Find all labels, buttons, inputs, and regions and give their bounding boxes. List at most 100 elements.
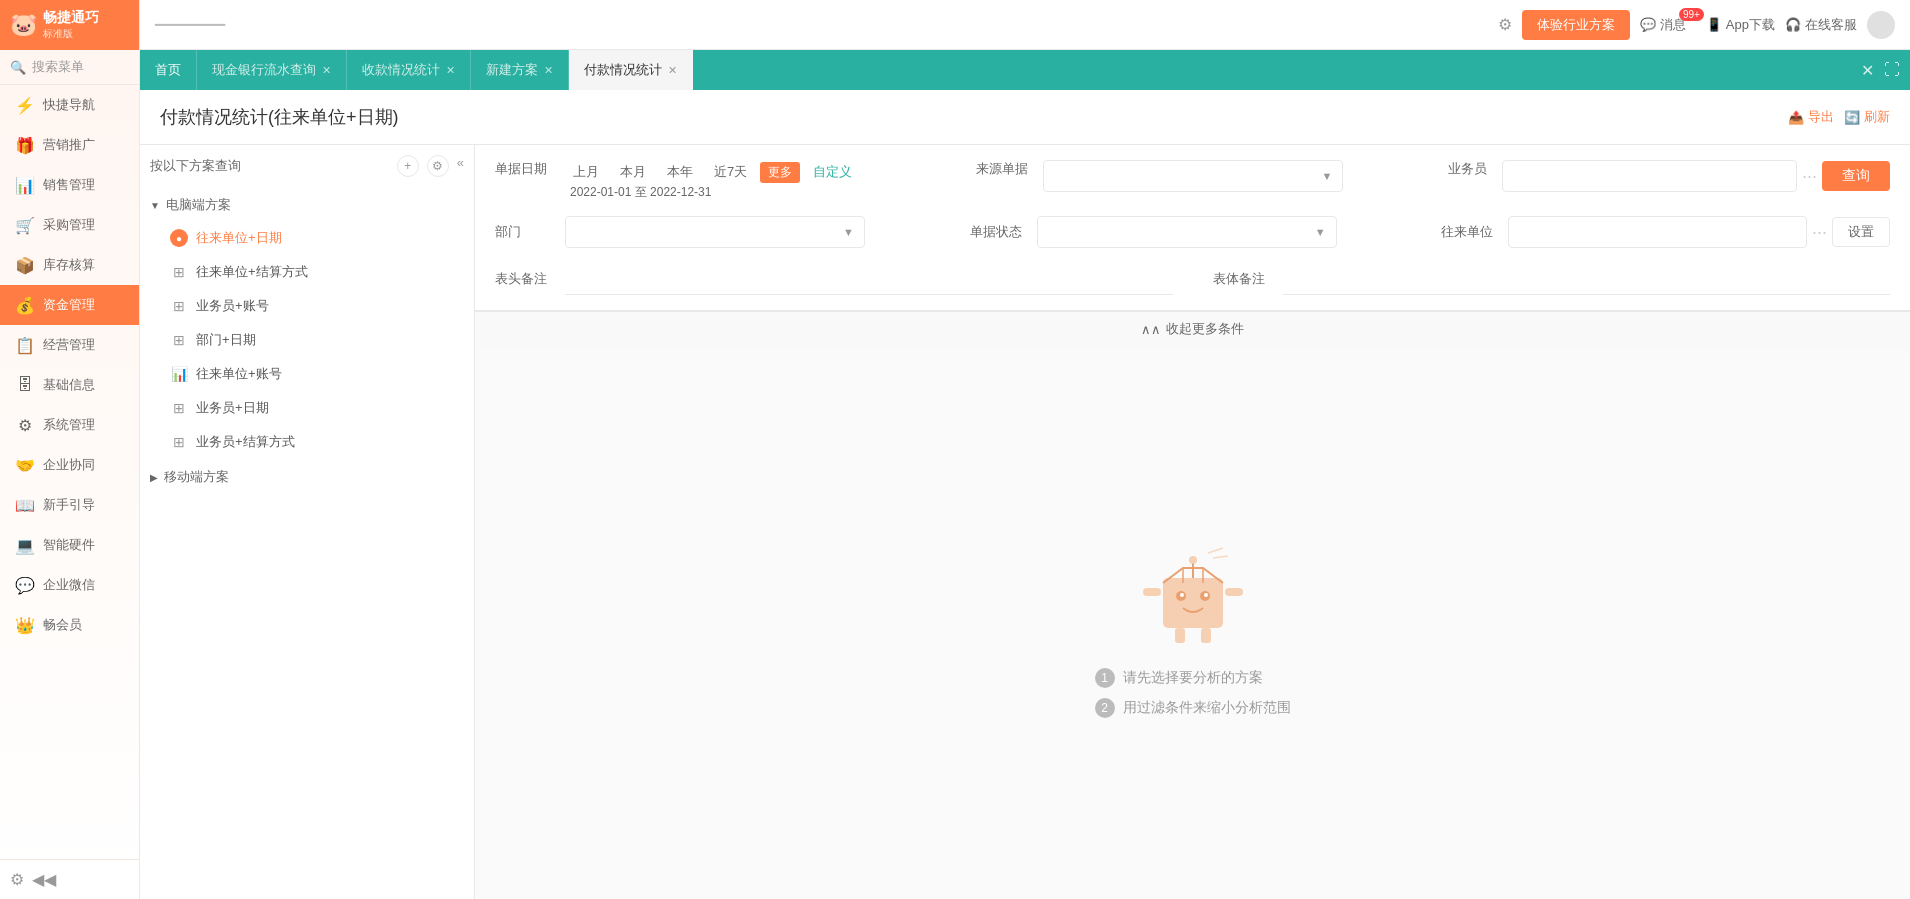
sidebar-item-guide[interactable]: 📖 新手引导 — [0, 485, 139, 525]
system-icon: ⚙ — [15, 415, 35, 435]
search-menu-label: 搜索菜单 — [32, 58, 84, 76]
topbar-settings-icon[interactable]: ⚙ — [1498, 15, 1512, 34]
service-label: 在线客服 — [1805, 16, 1857, 34]
date-tab-7days[interactable]: 近7天 — [706, 160, 755, 184]
sidebar-item-label: 快捷导航 — [43, 96, 95, 114]
collapse-conditions-btn[interactable]: ∧∧ 收起更多条件 — [475, 311, 1910, 346]
salesperson-more-btn[interactable]: ··· — [1802, 166, 1817, 187]
collapse-sidebar-icon[interactable]: ◀◀ — [32, 870, 56, 889]
plan-item-salesperson-date[interactable]: ⊞ 业务员+日期 — [150, 392, 469, 424]
tab-home[interactable]: 首页 — [140, 50, 197, 90]
sidebar-item-system[interactable]: ⚙ 系统管理 — [0, 405, 139, 445]
sidebar-item-finance[interactable]: 💰 资金管理 — [0, 285, 139, 325]
filter-panel-icons: + ⚙ « — [397, 155, 464, 177]
date-tab-more[interactable]: 更多 — [760, 162, 800, 183]
plan-item-partner-date[interactable]: ● 往来单位+日期 — [150, 222, 469, 254]
sidebar-item-quick-nav[interactable]: ⚡ 快捷导航 — [0, 85, 139, 125]
date-tab-last-month[interactable]: 上月 — [565, 160, 607, 184]
refresh-label: 刷新 — [1864, 108, 1890, 126]
page-header-actions: 📤 导出 🔄 刷新 — [1788, 108, 1890, 141]
tip-text-1: 请先选择要分析的方案 — [1123, 669, 1263, 687]
date-tab-this-month[interactable]: 本月 — [612, 160, 654, 184]
tab-cash-flow[interactable]: 现金银行流水查询 ✕ — [197, 50, 347, 90]
date-tab-this-year[interactable]: 本年 — [659, 160, 701, 184]
query-filters: 单据日期 上月 本月 本年 近7天 更多 自定义 2022-01-01 至 20… — [475, 145, 1910, 311]
tab-new-plan[interactable]: 新建方案 ✕ — [471, 50, 569, 90]
sidebar-item-label: 企业微信 — [43, 576, 95, 594]
plan-item-label: 部门+日期 — [196, 331, 256, 349]
dept-select[interactable]: ▼ — [565, 216, 865, 248]
tab-receipt-stats-close[interactable]: ✕ — [446, 64, 455, 77]
plan-item-dept-date[interactable]: ⊞ 部门+日期 — [150, 324, 469, 356]
marketing-icon: 🎁 — [15, 135, 35, 155]
tab-payment-stats-close[interactable]: ✕ — [668, 64, 677, 77]
finance-icon: 💰 — [15, 295, 35, 315]
filter-panel-collapse[interactable]: « — [457, 155, 464, 177]
app-download-btn[interactable]: 📱 App下载 — [1706, 16, 1775, 34]
guide-icon: 📖 — [15, 495, 35, 515]
query-button[interactable]: 查询 — [1822, 161, 1890, 191]
sidebar-item-label: 系统管理 — [43, 416, 95, 434]
mobile-section-label: 移动端方案 — [164, 468, 229, 486]
trial-button[interactable]: 体验行业方案 — [1522, 10, 1630, 40]
svg-rect-6 — [1225, 588, 1243, 596]
plan-item-salesperson-payment[interactable]: ⊞ 业务员+结算方式 — [150, 426, 469, 458]
sidebar-item-sales[interactable]: 📊 销售管理 — [0, 165, 139, 205]
add-plan-icon[interactable]: + — [397, 155, 419, 177]
online-service-btn[interactable]: 🎧 在线客服 — [1785, 16, 1857, 34]
partner-more-btn[interactable]: ··· — [1812, 222, 1827, 243]
empty-state: 1 请先选择要分析的方案 2 用过滤条件来缩小分析范围 — [475, 346, 1910, 899]
purchase-icon: 🛒 — [15, 215, 35, 235]
tab-fullscreen-icon[interactable]: ⛶ — [1884, 61, 1900, 79]
plan-active-icon: ● — [170, 229, 188, 247]
user-avatar[interactable] — [1867, 11, 1895, 39]
refresh-button[interactable]: 🔄 刷新 — [1844, 108, 1890, 126]
salesperson-input[interactable] — [1502, 160, 1797, 192]
mobile-section-toggle[interactable]: ▶ 移动端方案 — [140, 460, 474, 494]
refresh-icon: 🔄 — [1844, 110, 1860, 125]
plan-item-partner-account[interactable]: 📊 往来单位+账号 — [150, 358, 469, 390]
desktop-section-toggle[interactable]: ▼ 电脑端方案 — [140, 190, 474, 220]
sidebar-item-inventory[interactable]: 📦 库存核算 — [0, 245, 139, 285]
filter-panel: 按以下方案查询 + ⚙ « ▼ 电脑端方案 ● — [140, 145, 475, 899]
tab-cash-flow-close[interactable]: ✕ — [322, 64, 331, 77]
tab-new-plan-close[interactable]: ✕ — [544, 64, 553, 77]
message-icon: 💬 — [1640, 17, 1656, 32]
search-menu[interactable]: 🔍 搜索菜单 — [0, 50, 139, 85]
sidebar-item-hardware[interactable]: 💻 智能硬件 — [0, 525, 139, 565]
sidebar-item-basic-info[interactable]: 🗄 基础信息 — [0, 365, 139, 405]
tab-payment-stats[interactable]: 付款情况统计 ✕ — [569, 50, 693, 90]
date-tab-custom[interactable]: 自定义 — [805, 160, 860, 184]
sidebar: 🐷 畅捷通巧 标准版 🔍 搜索菜单 ⚡ 快捷导航 🎁 营销推广 📊 销售管理 🛒… — [0, 0, 140, 899]
sidebar-item-marketing[interactable]: 🎁 营销推广 — [0, 125, 139, 165]
tab-receipt-stats[interactable]: 收款情况统计 ✕ — [347, 50, 471, 90]
plan-item-partner-payment[interactable]: ⊞ 往来单位+结算方式 — [150, 256, 469, 288]
source-select[interactable]: ▼ — [1043, 160, 1343, 192]
plan-item-salesperson-account[interactable]: ⊞ 业务员+账号 — [150, 290, 469, 322]
dept-label: 部门 — [495, 223, 555, 241]
export-button[interactable]: 📤 导出 — [1788, 108, 1834, 126]
sidebar-item-purchase[interactable]: 🛒 采购管理 — [0, 205, 139, 245]
tip-num-1: 1 — [1095, 668, 1115, 688]
header-note-input[interactable] — [565, 263, 1173, 295]
settings-button[interactable]: 设置 — [1832, 217, 1890, 247]
settings-bottom-icon[interactable]: ⚙ — [10, 870, 24, 889]
tab-close-all-icon[interactable]: ✕ — [1861, 61, 1874, 80]
sidebar-item-wechat[interactable]: 💬 企业微信 — [0, 565, 139, 605]
partner-input[interactable] — [1508, 216, 1807, 248]
message-btn[interactable]: 💬 消息 99+ — [1640, 16, 1696, 34]
sidebar-item-operations[interactable]: 📋 经营管理 — [0, 325, 139, 365]
breadcrumb-area: ━━━━━━━━━━ — [155, 17, 1488, 32]
desktop-section-arrow: ▼ — [150, 200, 160, 211]
message-badge: 99+ — [1679, 8, 1704, 21]
salesperson-group: ··· 查询 — [1502, 160, 1890, 192]
manage-plan-icon[interactable]: ⚙ — [427, 155, 449, 177]
sidebar-item-member[interactable]: 👑 畅会员 — [0, 605, 139, 645]
body-note-input[interactable] — [1283, 263, 1891, 295]
header-note-label: 表头备注 — [495, 270, 555, 288]
voucher-status-select[interactable]: ▼ — [1037, 216, 1337, 248]
plan-item-label: 业务员+结算方式 — [196, 433, 295, 451]
tab-new-plan-label: 新建方案 — [486, 61, 538, 79]
empty-tip-1: 1 请先选择要分析的方案 — [1095, 668, 1291, 688]
sidebar-item-collab[interactable]: 🤝 企业协同 — [0, 445, 139, 485]
